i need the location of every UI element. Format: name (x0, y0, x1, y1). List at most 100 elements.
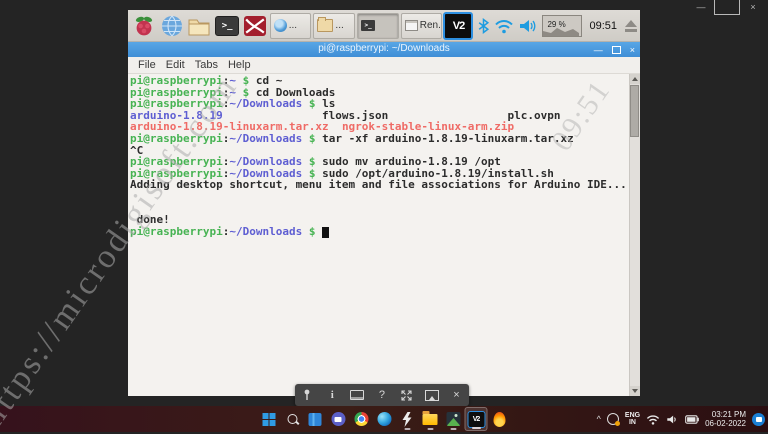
wifi-status-icon[interactable] (646, 414, 660, 425)
task-label: Ren... (419, 20, 442, 31)
pi-taskbar-panel: >_ ... ... >_ Ren... V2 (128, 10, 640, 42)
scroll-down-button[interactable] (630, 386, 640, 396)
chrome-icon (354, 412, 368, 426)
help-icon[interactable]: ? (374, 387, 390, 403)
vnc-viewer-button[interactable]: V2 (464, 407, 488, 431)
raspberry-pi-desktop: >_ ... ... >_ Ren... V2 (128, 10, 640, 396)
scrollbar-thumb[interactable] (630, 85, 639, 137)
edge-button[interactable] (373, 407, 396, 431)
running-indicator (471, 427, 481, 429)
menu-item-edit[interactable]: Edit (161, 59, 190, 71)
app-minimize-button[interactable]: — (688, 0, 714, 14)
app-maximize-button[interactable] (714, 0, 740, 15)
vnc-server-tray-icon[interactable]: V2 (443, 11, 474, 40)
update-pending-icon[interactable] (606, 413, 620, 426)
volume-icon[interactable] (518, 18, 538, 34)
task-button-chromium[interactable]: ... (269, 12, 312, 39)
red-app-icon (243, 15, 266, 36)
cpu-usage-monitor[interactable]: 29 % (542, 14, 583, 37)
terminal-line: Adding desktop shortcut, menu item and f… (130, 178, 627, 192)
terminal-menubar: File Edit Tabs Help (128, 57, 640, 74)
info-icon[interactable]: i (324, 387, 340, 403)
screenshot-icon[interactable] (424, 387, 440, 403)
vnc-server-icon[interactable] (242, 13, 268, 39)
terminal-window-buttons: — × (594, 43, 635, 56)
raspberry-icon (135, 16, 152, 35)
running-indicator (427, 428, 433, 430)
pi-system-tray: V2 29 % 09:51 (443, 11, 638, 40)
terminal-launcher-icon[interactable]: >_ (214, 13, 240, 39)
window-icon (404, 20, 418, 31)
terminal-close-button[interactable]: × (630, 45, 635, 55)
app-close-button[interactable]: × (740, 0, 766, 14)
search-icon (287, 414, 297, 424)
menu-item-help[interactable]: Help (223, 59, 256, 71)
terminal-icon: >_ (361, 20, 376, 31)
task-button-rename[interactable]: Ren... (400, 12, 443, 39)
pi-clock[interactable]: 09:51 (589, 20, 617, 32)
photos-icon (446, 412, 460, 426)
terminal-window: pi@raspberrypi: ~/Downloads — × File Edit… (128, 42, 640, 396)
search-button[interactable] (281, 407, 304, 431)
terminal-content[interactable]: pi@raspberrypi:~ $ cd ~ pi@raspberrypi:~ … (128, 74, 640, 396)
flame-icon (493, 411, 505, 427)
taskbar-center-icons: V2 (258, 406, 511, 432)
terminal-title: pi@raspberrypi: ~/Downloads (318, 43, 450, 54)
battery-status-icon[interactable] (685, 414, 699, 424)
file-explorer-button[interactable] (419, 407, 442, 431)
snap-icon (308, 412, 322, 426)
fullscreen-icon[interactable] (399, 387, 415, 403)
hidden-icons-chevron[interactable]: ^ (597, 414, 601, 424)
pin-icon[interactable] (299, 387, 315, 403)
task-label: ... (335, 20, 344, 31)
terminal-minimize-button[interactable]: — (594, 45, 603, 55)
flame-app-button[interactable] (488, 407, 511, 431)
task-button-file-manager[interactable]: ... (313, 12, 356, 39)
taskbar-system-tray: ^ ENG IN 03:21 PM 06-02-2022 (597, 406, 765, 432)
lightning-app-button[interactable] (396, 407, 419, 431)
bluetooth-icon[interactable] (477, 17, 490, 34)
eject-icon[interactable] (624, 19, 638, 33)
running-indicator (404, 428, 410, 430)
globe-icon (161, 15, 182, 36)
vnc-app-window-controls: — × (688, 0, 766, 15)
wifi-icon[interactable] (494, 18, 514, 34)
time-value: 03:21 PM (711, 410, 746, 419)
windows-logo-icon (262, 412, 276, 426)
web-browser-icon[interactable] (159, 13, 185, 39)
terminal-restore-button[interactable] (611, 45, 621, 54)
language-indicator[interactable]: ENG IN (625, 412, 640, 427)
scroll-up-button[interactable] (630, 74, 640, 84)
language-code: ENG (624, 411, 641, 419)
photos-app-button[interactable] (442, 407, 465, 431)
edge-icon (377, 412, 391, 426)
file-manager-icon[interactable] (187, 13, 213, 39)
maximize-icon (714, 0, 740, 15)
folder-icon (188, 19, 210, 35)
date-value: 06-02-2022 (705, 419, 746, 428)
start-button[interactable] (258, 407, 281, 431)
taskbar-clock[interactable]: 03:21 PM 06-02-2022 (705, 410, 746, 428)
snap-assist-button[interactable] (304, 407, 327, 431)
terminal-output: pi@raspberrypi:~ $ cd ~ pi@raspberrypi:~ … (130, 75, 628, 238)
terminal-titlebar[interactable]: pi@raspberrypi: ~/Downloads — × (128, 42, 640, 57)
notification-badge[interactable] (752, 412, 765, 426)
vnc-toolbar: i ? × (295, 384, 469, 406)
terminal-icon: >_ (215, 15, 240, 36)
chrome-button[interactable] (350, 407, 373, 431)
terminal-line: pi@raspberrypi:~/Downloads $ (130, 225, 628, 238)
close-toolbar-icon[interactable]: × (448, 387, 464, 403)
vnc-viewer-icon: V2 (467, 410, 485, 428)
menu-item-file[interactable]: File (133, 59, 161, 71)
chromium-icon (273, 19, 287, 32)
keyboard-icon[interactable] (349, 387, 365, 403)
lightning-icon (402, 411, 412, 427)
task-button-terminal[interactable]: >_ (357, 12, 399, 39)
chat-button[interactable] (327, 407, 350, 431)
volume-status-icon[interactable] (666, 414, 679, 425)
terminal-scrollbar[interactable] (629, 74, 640, 396)
menu-item-tabs[interactable]: Tabs (190, 59, 223, 71)
running-indicator (450, 428, 456, 430)
folder-icon (317, 17, 334, 32)
raspberry-menu-icon[interactable] (131, 13, 157, 39)
